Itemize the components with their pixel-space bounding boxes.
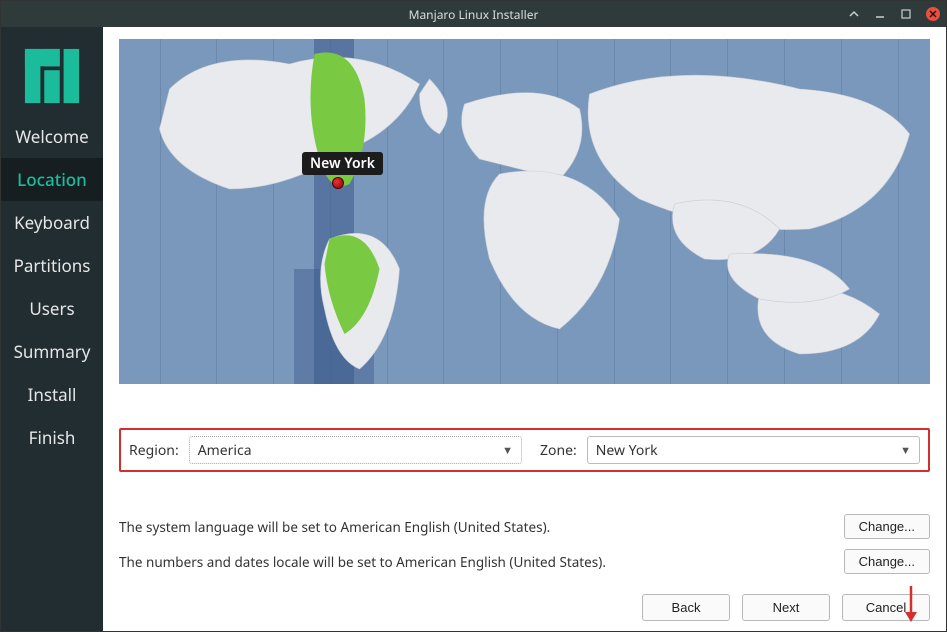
minimize-icon[interactable] xyxy=(874,8,886,20)
back-button[interactable]: Back xyxy=(642,594,730,621)
main-panel: New York Region: America ▼ Zone: New Yor… xyxy=(103,27,946,631)
sidebar-item-keyboard[interactable]: Keyboard xyxy=(1,201,103,244)
zone-label: Zone: xyxy=(540,441,577,460)
sidebar-item-label: Finish xyxy=(29,426,76,449)
body: Welcome Location Keyboard Partitions Use… xyxy=(1,27,946,631)
zone-value: New York xyxy=(596,441,658,460)
close-icon[interactable] xyxy=(926,7,940,21)
numbers-locale-text: The numbers and dates locale will be set… xyxy=(119,553,606,571)
sidebar-item-label: Summary xyxy=(14,340,91,363)
sidebar-item-finish[interactable]: Finish xyxy=(1,416,103,459)
sidebar-item-label: Welcome xyxy=(15,125,88,148)
sidebar-item-label: Users xyxy=(29,297,74,320)
region-select[interactable]: America ▼ xyxy=(189,436,522,464)
numbers-locale-row: The numbers and dates locale will be set… xyxy=(119,549,930,574)
next-button[interactable]: Next xyxy=(742,594,830,621)
titlebar-controls xyxy=(848,7,940,21)
change-numbers-button[interactable]: Change... xyxy=(844,549,930,574)
zone-select[interactable]: New York ▼ xyxy=(587,436,920,464)
rollup-icon[interactable] xyxy=(848,8,860,20)
sidebar: Welcome Location Keyboard Partitions Use… xyxy=(1,27,103,631)
sidebar-item-label: Location xyxy=(17,168,87,191)
cancel-button[interactable]: Cancel xyxy=(842,594,930,621)
timezone-map[interactable]: New York xyxy=(119,39,930,384)
language-locale-row: The system language will be set to Ameri… xyxy=(119,514,930,539)
installer-window: Manjaro Linux Installer xyxy=(0,0,947,632)
manjaro-logo-icon xyxy=(1,33,103,115)
region-zone-row: Region: America ▼ Zone: New York ▼ xyxy=(119,428,930,472)
language-locale-text: The system language will be set to Ameri… xyxy=(119,518,550,536)
chevron-down-icon: ▼ xyxy=(502,443,513,458)
region-value: America xyxy=(198,441,252,460)
region-label: Region: xyxy=(129,441,179,460)
sidebar-item-install[interactable]: Install xyxy=(1,373,103,416)
locale-section: The system language will be set to Ameri… xyxy=(119,514,930,574)
sidebar-item-welcome[interactable]: Welcome xyxy=(1,115,103,158)
sidebar-item-label: Partitions xyxy=(14,254,91,277)
sidebar-item-summary[interactable]: Summary xyxy=(1,330,103,373)
maximize-icon[interactable] xyxy=(900,8,912,20)
chevron-down-icon: ▼ xyxy=(900,443,911,458)
sidebar-item-users[interactable]: Users xyxy=(1,287,103,330)
map-pin-icon xyxy=(332,177,344,189)
footer-buttons: Back Next Cancel xyxy=(119,582,930,621)
world-map-icon xyxy=(119,39,930,384)
sidebar-item-label: Install xyxy=(28,383,77,406)
window-title: Manjaro Linux Installer xyxy=(1,6,946,23)
sidebar-item-location[interactable]: Location xyxy=(1,158,103,201)
sidebar-item-partitions[interactable]: Partitions xyxy=(1,244,103,287)
map-pin-label: New York xyxy=(302,152,383,175)
sidebar-item-label: Keyboard xyxy=(14,211,90,234)
change-language-button[interactable]: Change... xyxy=(844,514,930,539)
titlebar: Manjaro Linux Installer xyxy=(1,1,946,27)
